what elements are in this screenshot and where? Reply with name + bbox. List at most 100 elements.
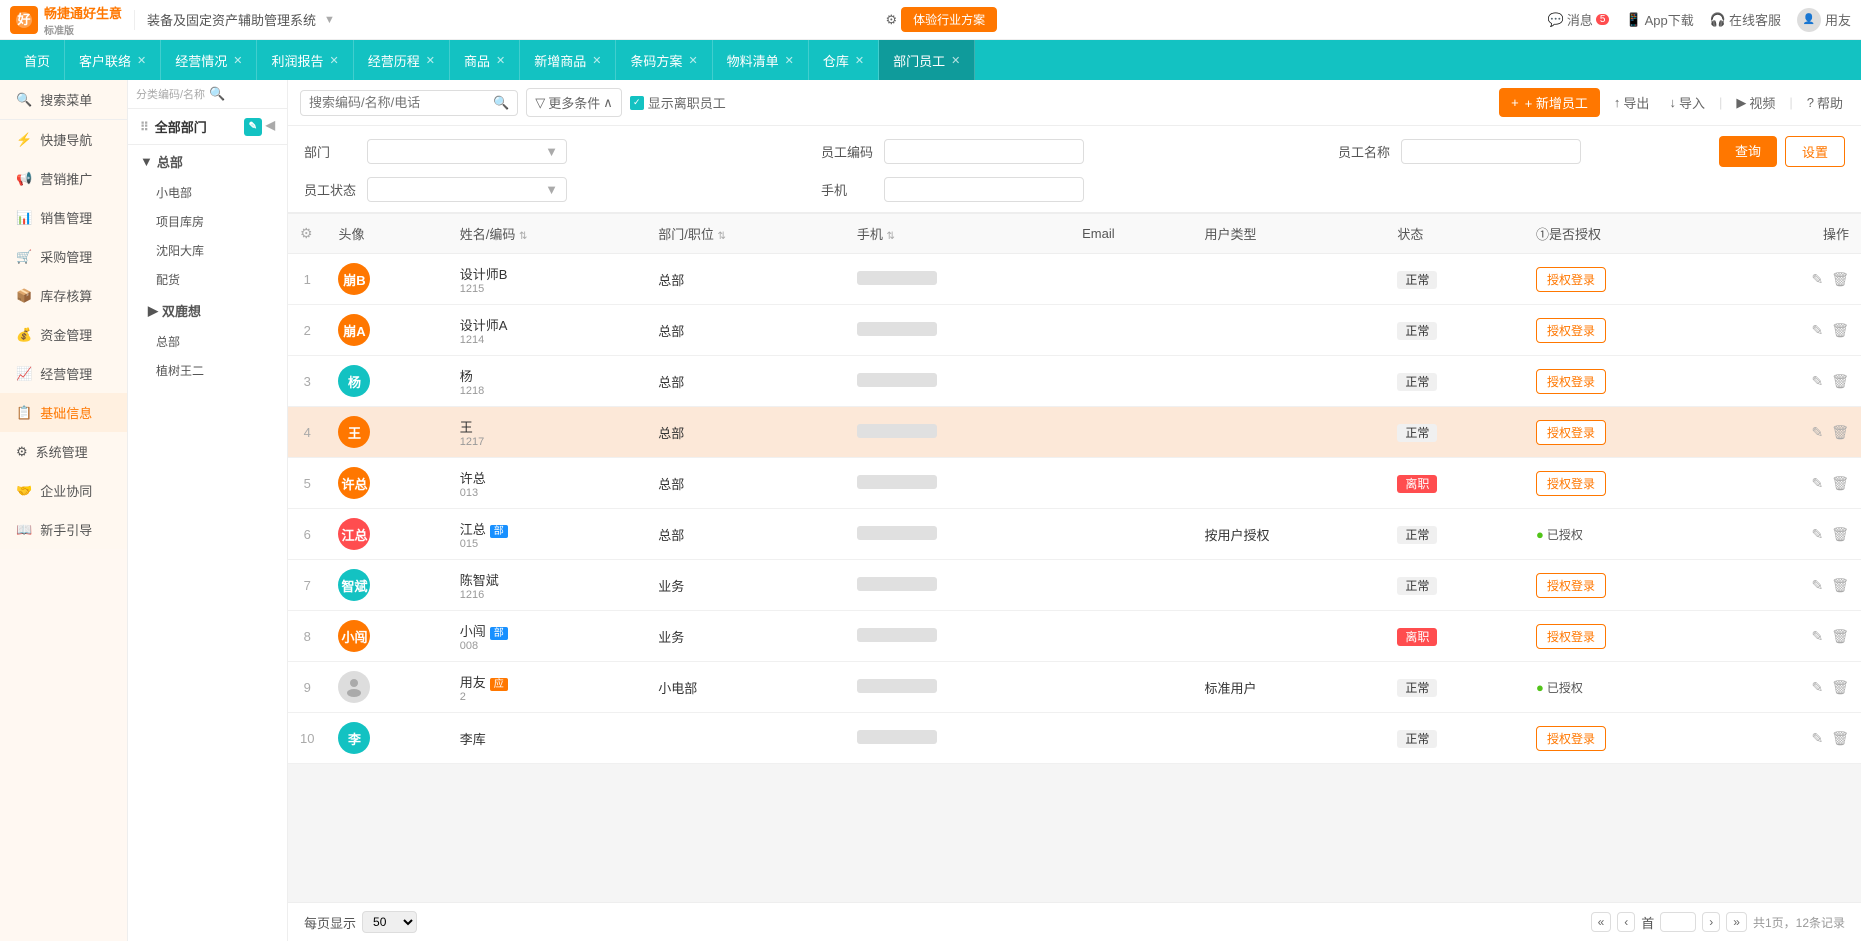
nav-item-business[interactable]: 经营情况 ✕ (161, 40, 257, 80)
auth-login-button[interactable]: 授权登录 (1536, 420, 1606, 445)
auth-login-button[interactable]: 授权登录 (1536, 318, 1606, 343)
sidebar-item-system[interactable]: ⚙ 系统管理 (0, 432, 128, 471)
more-filter-button[interactable]: ▽ 更多条件 ∧ (526, 88, 622, 117)
nav-item-customer[interactable]: 客户联络 ✕ (65, 40, 161, 80)
last-page-button[interactable]: » (1726, 912, 1747, 932)
search-submit-icon[interactable]: 🔍 (493, 95, 509, 111)
edit-icon[interactable]: ✎ (1811, 679, 1823, 696)
close-icon[interactable]: ✕ (785, 54, 794, 67)
close-icon[interactable]: ✕ (137, 54, 146, 67)
filter-empname-input[interactable] (1401, 139, 1581, 164)
auth-login-button[interactable]: 授权登录 (1536, 726, 1606, 751)
export-button[interactable]: ↑ 导出 (1608, 89, 1656, 116)
filter-phone-input[interactable] (884, 177, 1084, 202)
sidebar-item-inventory[interactable]: 📦 库存核算 (0, 276, 128, 315)
next-page-button[interactable]: › (1702, 912, 1720, 932)
dept-sub-item-hq[interactable]: 总部 (128, 327, 287, 356)
video-button[interactable]: ▶ 视频 (1730, 89, 1781, 116)
auth-login-button[interactable]: 授权登录 (1536, 471, 1606, 496)
close-icon[interactable]: ✕ (951, 54, 960, 67)
sidebar-item-basic-info[interactable]: 📋 基础信息 (0, 393, 128, 432)
edit-icon[interactable]: ✎ (1811, 424, 1823, 441)
delete-icon[interactable]: 🗑 (1831, 526, 1849, 543)
edit-icon[interactable]: ✎ (1811, 730, 1823, 747)
reset-button[interactable]: 设置 (1785, 136, 1845, 167)
first-page-button[interactable]: « (1591, 912, 1612, 932)
auth-login-button[interactable]: 授权登录 (1536, 369, 1606, 394)
sidebar-item-management[interactable]: 📈 经营管理 (0, 354, 128, 393)
dept-collapse-icon[interactable]: ◀ (266, 118, 275, 136)
dropdown-arrow[interactable]: ▼ (324, 14, 335, 26)
dept-sub-item-electronics[interactable]: 小电部 (128, 178, 287, 207)
delete-icon[interactable]: 🗑 (1831, 679, 1849, 696)
edit-icon[interactable]: ✎ (1811, 271, 1823, 288)
close-icon[interactable]: ✕ (233, 54, 242, 67)
edit-icon[interactable]: ✎ (1811, 577, 1823, 594)
nav-item-home[interactable]: 首页 (10, 40, 65, 80)
nav-item-profit[interactable]: 利润报告 ✕ (257, 40, 353, 80)
page-input[interactable]: 1 (1660, 912, 1696, 932)
edit-icon[interactable]: ✎ (1811, 475, 1823, 492)
delete-icon[interactable]: 🗑 (1831, 475, 1849, 492)
dept-group-general[interactable]: ▼ 总部 (128, 145, 287, 178)
sidebar-item-quick-nav[interactable]: ⚡ 快捷导航 (0, 120, 128, 159)
sort-name-icon[interactable]: ⇅ (519, 231, 527, 242)
import-button[interactable]: ↓ 导入 (1663, 89, 1711, 116)
dept-sub-item-shenyang[interactable]: 沈阳大库 (128, 236, 287, 265)
service-button[interactable]: 🎧 在线客服 (1710, 10, 1781, 29)
dept-search-icon[interactable]: 🔍 (209, 86, 225, 102)
close-icon[interactable]: ✕ (855, 54, 864, 67)
delete-icon[interactable]: 🗑 (1831, 373, 1849, 390)
sidebar-item-purchase[interactable]: 🛒 采购管理 (0, 237, 128, 276)
show-former-checkbox[interactable]: ✓ 显示离职员工 (630, 93, 726, 112)
delete-icon[interactable]: 🗑 (1831, 424, 1849, 441)
app-download-button[interactable]: 📱 App下载 (1625, 10, 1693, 29)
sort-dept-icon[interactable]: ⇅ (718, 231, 726, 242)
delete-icon[interactable]: 🗑 (1831, 730, 1849, 747)
filter-dept-select[interactable]: ▼ (367, 139, 567, 164)
edit-icon[interactable]: ✎ (1811, 628, 1823, 645)
close-icon[interactable]: ✕ (592, 54, 601, 67)
close-icon[interactable]: ✕ (688, 54, 697, 67)
dept-sub-item-distribution[interactable]: 配货 (128, 265, 287, 294)
delete-icon[interactable]: 🗑 (1831, 322, 1849, 339)
edit-icon[interactable]: ✎ (1811, 322, 1823, 339)
sidebar-item-guide[interactable]: 📖 新手引导 (0, 510, 128, 549)
auth-login-button[interactable]: 授权登录 (1536, 624, 1606, 649)
sidebar-item-finance[interactable]: 💰 资金管理 (0, 315, 128, 354)
delete-icon[interactable]: 🗑 (1831, 628, 1849, 645)
nav-item-warehouse[interactable]: 仓库 ✕ (809, 40, 879, 80)
query-button[interactable]: 查询 (1719, 136, 1777, 167)
edit-icon[interactable]: ✎ (1811, 373, 1823, 390)
dept-sub-item-tree-king[interactable]: 植树王二 (128, 356, 287, 385)
page-size-select[interactable]: 50 100 (362, 911, 417, 933)
delete-icon[interactable]: 🗑 (1831, 577, 1849, 594)
add-employee-button[interactable]: + + 新增员工 (1499, 88, 1600, 117)
prev-page-button[interactable]: ‹ (1617, 912, 1635, 932)
filter-empcode-input[interactable] (884, 139, 1084, 164)
dept-group-dual[interactable]: ▶ 双鹿想 (128, 294, 287, 327)
edit-icon[interactable]: ✎ (1811, 526, 1823, 543)
nav-item-staff[interactable]: 部门员工 ✕ (879, 40, 975, 80)
nav-item-add-goods[interactable]: 新增商品 ✕ (520, 40, 616, 80)
nav-item-barcode[interactable]: 条码方案 ✕ (616, 40, 712, 80)
close-icon[interactable]: ✕ (496, 54, 505, 67)
dept-edit-icon[interactable]: ✎ (244, 118, 262, 136)
message-button[interactable]: 💬 消息 5 (1548, 10, 1610, 29)
help-button[interactable]: ? 帮助 (1801, 89, 1849, 116)
auth-login-button[interactable]: 授权登录 (1536, 267, 1606, 292)
trial-button[interactable]: 体验行业方案 (901, 7, 997, 32)
sidebar-item-sales[interactable]: 📊 销售管理 (0, 198, 128, 237)
filter-status-select[interactable]: ▼ (367, 177, 567, 202)
delete-icon[interactable]: 🗑 (1831, 271, 1849, 288)
settings-gear-icon[interactable]: ⚙ (885, 12, 897, 28)
sidebar-item-search[interactable]: 🔍 搜索菜单 (0, 80, 128, 120)
dept-sub-item-project[interactable]: 项目库房 (128, 207, 287, 236)
settings-col-icon[interactable]: ⚙ (300, 225, 313, 241)
nav-item-bom[interactable]: 物料清单 ✕ (713, 40, 809, 80)
auth-login-button[interactable]: 授权登录 (1536, 573, 1606, 598)
sort-phone-icon[interactable]: ⇅ (886, 231, 894, 242)
search-input[interactable] (309, 95, 489, 110)
nav-item-history[interactable]: 经营历程 ✕ (354, 40, 450, 80)
close-icon[interactable]: ✕ (330, 54, 339, 67)
